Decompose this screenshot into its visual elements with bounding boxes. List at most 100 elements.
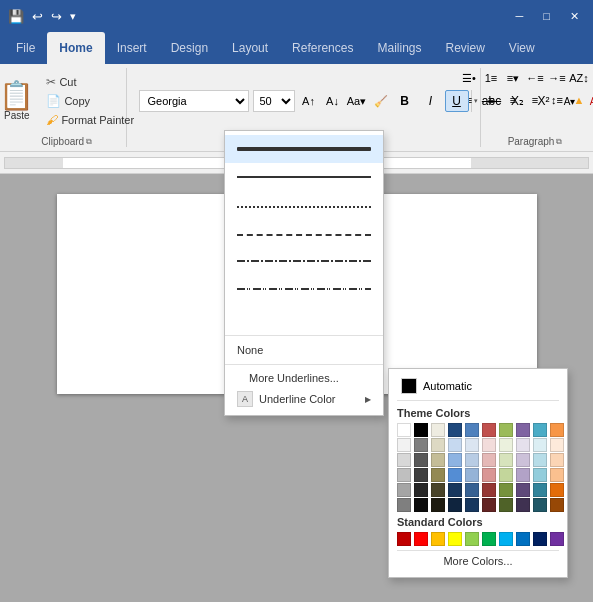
ul-normal-item[interactable] <box>225 163 383 191</box>
multilevel-btn[interactable]: ≡▾ <box>503 68 523 88</box>
increase-font-btn[interactable]: A↑ <box>299 91 319 111</box>
standard-color-swatch[interactable] <box>431 532 445 546</box>
standard-color-swatch[interactable] <box>414 532 428 546</box>
ul-dash-dot-dot-item[interactable] <box>225 275 383 303</box>
ul-dash-dot-item[interactable] <box>225 247 383 275</box>
theme-color-swatch[interactable] <box>499 483 513 497</box>
tab-layout[interactable]: Layout <box>220 32 280 64</box>
strikethrough-button[interactable]: abc <box>480 90 504 112</box>
theme-color-swatch[interactable] <box>414 438 428 452</box>
standard-color-swatch[interactable] <box>465 532 479 546</box>
theme-color-swatch[interactable] <box>431 498 445 512</box>
theme-color-swatch[interactable] <box>465 498 479 512</box>
standard-color-swatch[interactable] <box>482 532 496 546</box>
tab-design[interactable]: Design <box>159 32 220 64</box>
theme-color-swatch[interactable] <box>397 498 411 512</box>
theme-color-swatch[interactable] <box>397 483 411 497</box>
theme-color-swatch[interactable] <box>465 423 479 437</box>
save-icon[interactable]: 💾 <box>8 9 24 24</box>
more-colors-link[interactable]: More Colors... <box>397 550 559 571</box>
close-btn[interactable]: ✕ <box>564 8 585 25</box>
theme-color-swatch[interactable] <box>448 498 462 512</box>
theme-color-swatch[interactable] <box>516 468 530 482</box>
theme-color-swatch[interactable] <box>516 438 530 452</box>
theme-color-swatch[interactable] <box>499 468 513 482</box>
theme-color-swatch[interactable] <box>499 423 513 437</box>
theme-color-swatch[interactable] <box>414 498 428 512</box>
theme-color-swatch[interactable] <box>516 498 530 512</box>
theme-color-swatch[interactable] <box>533 468 547 482</box>
theme-color-swatch[interactable] <box>482 483 496 497</box>
para-expand-icon[interactable]: ⧉ <box>556 137 562 147</box>
superscript-button[interactable]: X² <box>532 90 556 112</box>
increase-indent-btn[interactable]: →≡ <box>547 68 567 88</box>
subscript-button[interactable]: X₂ <box>506 90 530 112</box>
theme-color-swatch[interactable] <box>414 468 428 482</box>
tab-insert[interactable]: Insert <box>105 32 159 64</box>
ul-dotted-item[interactable] <box>225 191 383 219</box>
underline-button[interactable]: U <box>445 90 469 112</box>
theme-color-swatch[interactable] <box>550 498 564 512</box>
text-highlight-btn[interactable]: A▾ <box>558 90 582 112</box>
standard-color-swatch[interactable] <box>550 532 564 546</box>
theme-color-swatch[interactable] <box>499 438 513 452</box>
theme-color-swatch[interactable] <box>499 453 513 467</box>
ul-none-item[interactable]: None <box>225 340 383 360</box>
decrease-indent-btn[interactable]: ←≡ <box>525 68 545 88</box>
theme-color-swatch[interactable] <box>414 423 428 437</box>
theme-color-swatch[interactable] <box>465 438 479 452</box>
tab-mailings[interactable]: Mailings <box>365 32 433 64</box>
theme-color-swatch[interactable] <box>482 423 496 437</box>
theme-color-swatch[interactable] <box>533 483 547 497</box>
standard-color-swatch[interactable] <box>448 532 462 546</box>
ul-thick-item[interactable] <box>225 135 383 163</box>
font-size-select[interactable]: 50 <box>253 90 295 112</box>
numbering-btn[interactable]: 1≡ <box>481 68 501 88</box>
theme-color-swatch[interactable] <box>448 453 462 467</box>
theme-color-swatch[interactable] <box>533 498 547 512</box>
theme-color-swatch[interactable] <box>550 438 564 452</box>
theme-color-swatch[interactable] <box>431 423 445 437</box>
standard-color-swatch[interactable] <box>516 532 530 546</box>
theme-color-swatch[interactable] <box>397 423 411 437</box>
font-name-select[interactable]: Georgia <box>139 90 249 112</box>
redo-icon[interactable]: ↪ <box>51 9 62 24</box>
theme-color-swatch[interactable] <box>482 438 496 452</box>
more-underlines-link[interactable]: More Underlines... <box>225 369 383 387</box>
bold-button[interactable]: B <box>393 90 417 112</box>
theme-color-swatch[interactable] <box>516 453 530 467</box>
standard-color-swatch[interactable] <box>499 532 513 546</box>
automatic-color-item[interactable]: Automatic <box>397 375 559 401</box>
theme-color-swatch[interactable] <box>448 483 462 497</box>
copy-button[interactable]: 📄 Copy <box>42 92 138 110</box>
theme-color-swatch[interactable] <box>414 453 428 467</box>
theme-color-swatch[interactable] <box>533 423 547 437</box>
minimize-btn[interactable]: ─ <box>510 8 530 24</box>
theme-color-swatch[interactable] <box>499 498 513 512</box>
tab-file[interactable]: File <box>4 32 47 64</box>
theme-color-swatch[interactable] <box>431 453 445 467</box>
standard-color-swatch[interactable] <box>533 532 547 546</box>
change-case-btn[interactable]: Aa▾ <box>347 91 367 111</box>
font-color-btn[interactable]: A▾ <box>584 90 594 112</box>
theme-color-swatch[interactable] <box>516 423 530 437</box>
theme-color-swatch[interactable] <box>533 438 547 452</box>
theme-color-swatch[interactable] <box>533 453 547 467</box>
theme-color-swatch[interactable] <box>550 468 564 482</box>
cut-button[interactable]: ✂ Cut <box>42 73 138 91</box>
maximize-btn[interactable]: □ <box>537 8 556 24</box>
clear-format-btn[interactable]: 🧹 <box>371 91 391 111</box>
decrease-font-btn[interactable]: A↓ <box>323 91 343 111</box>
theme-color-swatch[interactable] <box>550 453 564 467</box>
theme-color-swatch[interactable] <box>448 468 462 482</box>
theme-color-swatch[interactable] <box>448 438 462 452</box>
theme-color-swatch[interactable] <box>482 453 496 467</box>
theme-color-swatch[interactable] <box>482 498 496 512</box>
bullets-btn[interactable]: ☰• <box>459 68 479 88</box>
theme-color-swatch[interactable] <box>550 423 564 437</box>
standard-color-swatch[interactable] <box>397 532 411 546</box>
sort-btn[interactable]: AZ↕ <box>569 68 589 88</box>
customize-icon[interactable]: ▾ <box>70 10 76 23</box>
tab-review[interactable]: Review <box>433 32 496 64</box>
underline-color-item[interactable]: A Underline Color ▶ <box>225 387 383 411</box>
